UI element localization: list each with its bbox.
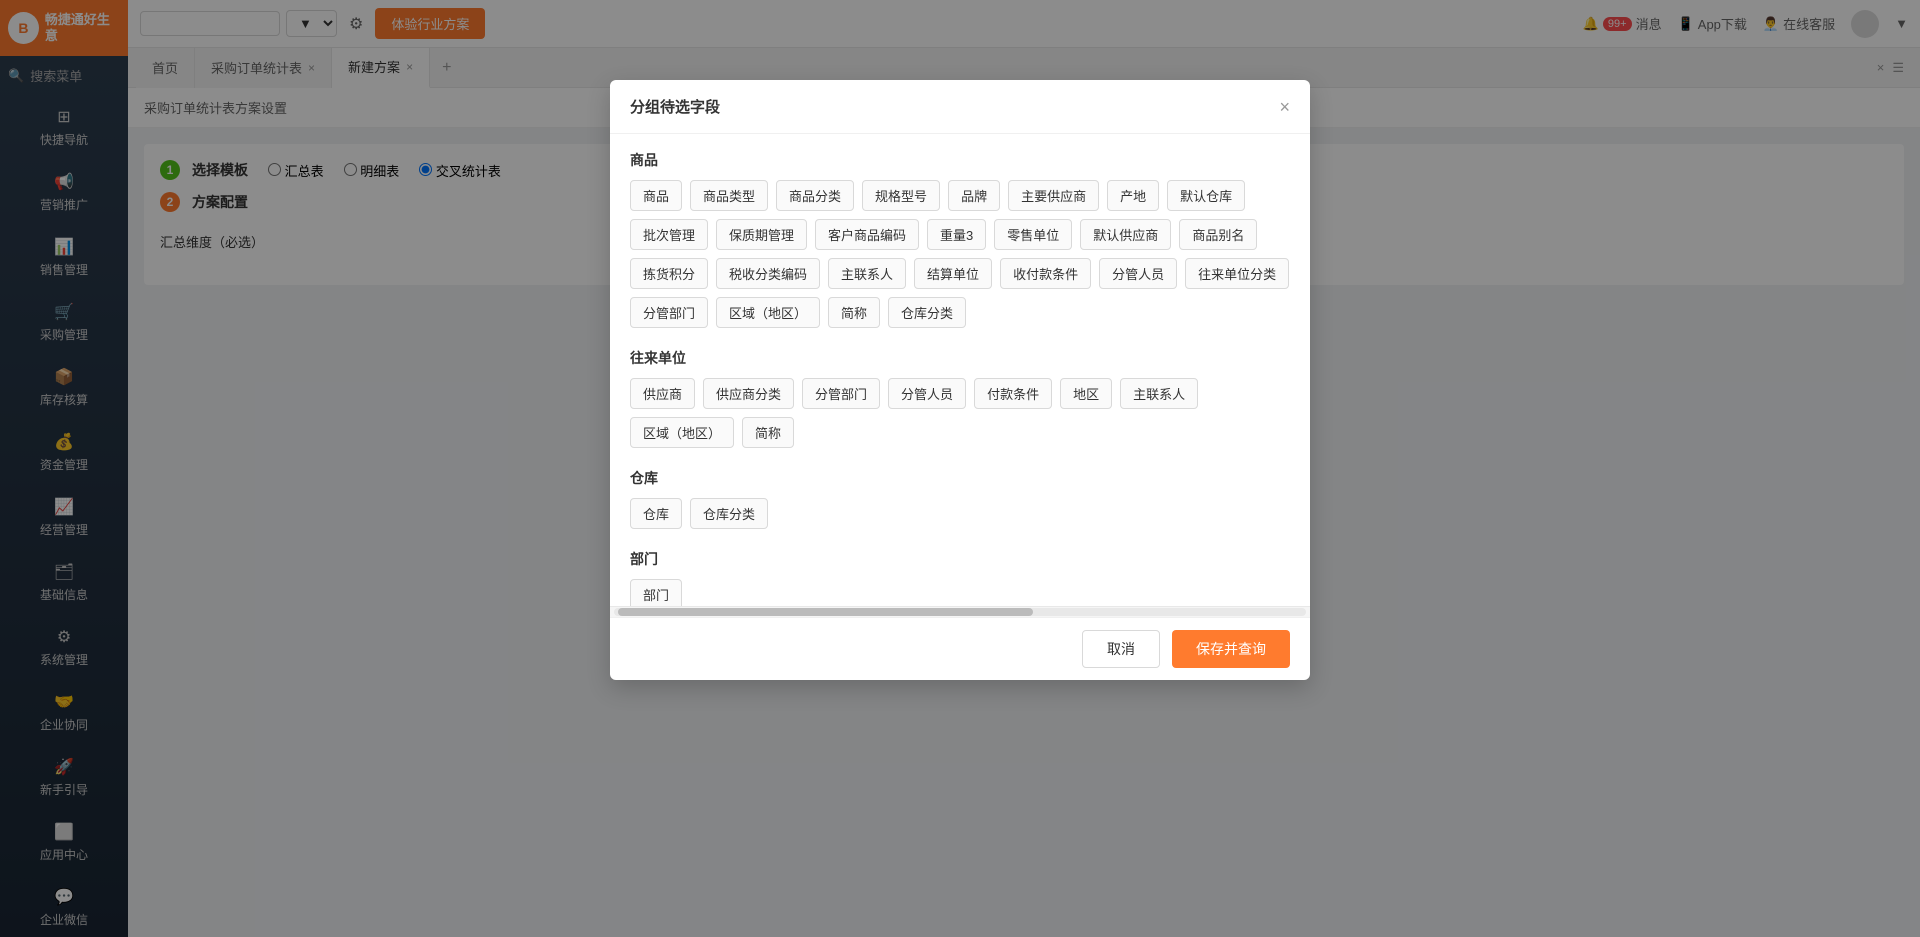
field-tag[interactable]: 保质期管理 [716,219,807,250]
field-tag[interactable]: 结算单位 [914,258,992,289]
section-product-title: 商品 [630,150,1290,170]
section-warehouse: 仓库 仓库 仓库分类 [630,468,1290,529]
field-tag[interactable]: 规格型号 [862,180,940,211]
field-tag[interactable]: 收付款条件 [1000,258,1091,289]
modal-footer: 取消 保存并查询 [610,617,1310,680]
field-tag[interactable]: 主联系人 [828,258,906,289]
field-tag[interactable]: 品牌 [948,180,1000,211]
section-partner: 往来单位 供应商 供应商分类 分管部门 分管人员 付款条件 地区 主联系人 区域… [630,348,1290,448]
field-tag[interactable]: 分管部门 [802,378,880,409]
field-tag[interactable]: 默认仓库 [1167,180,1245,211]
field-tag[interactable]: 默认供应商 [1080,219,1171,250]
hscrollbar-thumb [618,608,1033,616]
field-tag[interactable]: 区域（地区） [630,417,734,448]
save-query-button[interactable]: 保存并查询 [1172,630,1290,668]
section-product: 商品 商品 商品类型 商品分类 规格型号 品牌 主要供应商 产地 默认仓库 批次… [630,150,1290,328]
field-tag[interactable]: 仓库 [630,498,682,529]
field-tag[interactable]: 客户商品编码 [815,219,919,250]
field-tag[interactable]: 税收分类编码 [716,258,820,289]
section-partner-title: 往来单位 [630,348,1290,368]
section-partner-tags: 供应商 供应商分类 分管部门 分管人员 付款条件 地区 主联系人 区域（地区） … [630,378,1290,448]
modal-footer-actions: 取消 保存并查询 [1082,630,1290,668]
field-tag[interactable]: 商品分类 [776,180,854,211]
section-department: 部门 部门 [630,549,1290,606]
hscrollbar-track [614,608,1306,616]
field-tag[interactable]: 零售单位 [994,219,1072,250]
field-tag[interactable]: 付款条件 [974,378,1052,409]
field-tag[interactable]: 仓库分类 [888,297,966,328]
cancel-button[interactable]: 取消 [1082,630,1160,668]
field-tag[interactable]: 产地 [1107,180,1159,211]
field-tag[interactable]: 拣货积分 [630,258,708,289]
section-product-tags: 商品 商品类型 商品分类 规格型号 品牌 主要供应商 产地 默认仓库 批次管理 … [630,180,1290,328]
field-tag[interactable]: 主要供应商 [1008,180,1099,211]
modal-overlay: 分组待选字段 × 商品 商品 商品类型 商品分类 规格型号 品牌 主要供应商 产… [0,0,1920,937]
section-warehouse-title: 仓库 [630,468,1290,488]
modal-dialog: 分组待选字段 × 商品 商品 商品类型 商品分类 规格型号 品牌 主要供应商 产… [610,80,1310,680]
field-tag[interactable]: 仓库分类 [690,498,768,529]
field-tag[interactable]: 分管人员 [1099,258,1177,289]
modal-header: 分组待选字段 × [610,80,1310,134]
field-tag[interactable]: 地区 [1060,378,1112,409]
modal-close-btn[interactable]: × [1279,98,1290,116]
modal-hscrollbar[interactable] [610,606,1310,617]
field-tag[interactable]: 重量3 [927,219,986,250]
field-tag[interactable]: 供应商 [630,378,695,409]
field-tag[interactable]: 商品类型 [690,180,768,211]
section-department-title: 部门 [630,549,1290,569]
field-tag[interactable]: 简称 [742,417,794,448]
section-warehouse-tags: 仓库 仓库分类 [630,498,1290,529]
modal-title: 分组待选字段 [630,96,720,117]
field-tag[interactable]: 部门 [630,579,682,606]
field-tag[interactable]: 分管人员 [888,378,966,409]
field-tag[interactable]: 供应商分类 [703,378,794,409]
field-tag[interactable]: 区域（地区） [716,297,820,328]
field-tag[interactable]: 批次管理 [630,219,708,250]
field-tag[interactable]: 商品别名 [1179,219,1257,250]
field-tag[interactable]: 主联系人 [1120,378,1198,409]
field-tag[interactable]: 往来单位分类 [1185,258,1289,289]
modal-body[interactable]: 商品 商品 商品类型 商品分类 规格型号 品牌 主要供应商 产地 默认仓库 批次… [610,134,1310,606]
field-tag[interactable]: 简称 [828,297,880,328]
field-tag[interactable]: 商品 [630,180,682,211]
field-tag[interactable]: 分管部门 [630,297,708,328]
section-department-tags: 部门 [630,579,1290,606]
